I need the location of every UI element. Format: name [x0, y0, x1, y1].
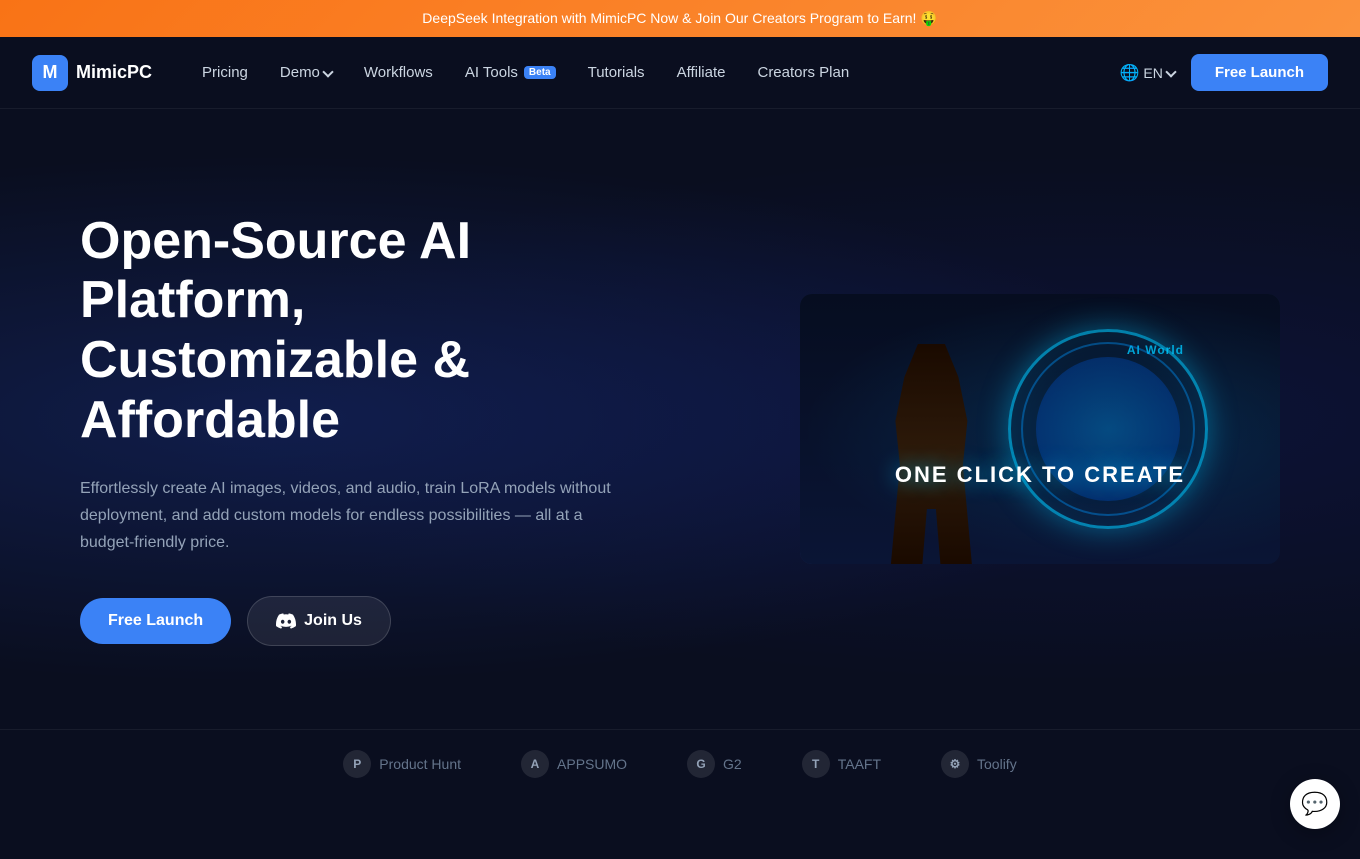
nav-link-workflows[interactable]: Workflows [350, 56, 447, 89]
nav-link-pricing[interactable]: Pricing [188, 56, 262, 89]
globe-icon: 🌐 [1119, 63, 1139, 83]
hero-image: AI World ONE CLICK TO CREATE [800, 294, 1280, 564]
portal-ring [1008, 329, 1208, 529]
g2-label: G2 [723, 756, 742, 772]
hero-section: Open-Source AI Platform, Customizable & … [0, 109, 1360, 729]
nav-free-launch-button[interactable]: Free Launch [1191, 54, 1328, 91]
g2-icon: G [687, 750, 715, 778]
logo-appsumo: A APPSUMO [521, 750, 627, 778]
figure-silhouette [886, 344, 976, 564]
hero-free-launch-button[interactable]: Free Launch [80, 598, 231, 644]
logo-toolify: ⚙ Toolify [941, 750, 1017, 778]
nav-links: Pricing Demo Workflows AI Tools Beta Tut… [188, 56, 863, 89]
toolify-icon: ⚙ [941, 750, 969, 778]
banner-text: DeepSeek Integration with MimicPC Now & … [422, 10, 937, 26]
navbar-left: M MimicPC Pricing Demo Workflows AI Tool… [32, 55, 863, 91]
discord-icon [276, 611, 296, 631]
chat-widget[interactable]: 💬 [1290, 779, 1340, 829]
top-banner: DeepSeek Integration with MimicPC Now & … [0, 0, 1360, 37]
navbar-right: 🌐 EN Free Launch [1119, 54, 1328, 91]
logo-text: MimicPC [76, 62, 152, 83]
taaft-label: TAAFT [838, 756, 881, 772]
nav-link-ai-tools[interactable]: AI Tools Beta [451, 56, 570, 89]
figure-body [886, 344, 976, 564]
logo-product-hunt: P Product Hunt [343, 750, 461, 778]
lang-label: EN [1143, 65, 1162, 81]
hero-buttons: Free Launch Join Us [80, 596, 620, 646]
hero-join-us-button[interactable]: Join Us [247, 596, 391, 646]
beta-badge: Beta [524, 66, 556, 79]
hero-image-container: AI World ONE CLICK TO CREATE [800, 294, 1280, 564]
navbar: M MimicPC Pricing Demo Workflows AI Tool… [0, 37, 1360, 109]
logo[interactable]: M MimicPC [32, 55, 152, 91]
language-selector[interactable]: 🌐 EN [1119, 63, 1174, 83]
product-hunt-icon: P [343, 750, 371, 778]
logo-icon: M [32, 55, 68, 91]
appsumo-icon: A [521, 750, 549, 778]
logo-taaft: T TAAFT [802, 750, 881, 778]
product-hunt-label: Product Hunt [379, 756, 461, 772]
chevron-down-icon [322, 66, 333, 77]
taaft-icon: T [802, 750, 830, 778]
hero-content: Open-Source AI Platform, Customizable & … [80, 212, 620, 647]
nav-link-demo[interactable]: Demo [266, 56, 346, 89]
lang-chevron-icon [1165, 66, 1176, 77]
partner-logos: P Product Hunt A APPSUMO G G2 T TAAFT ⚙ … [0, 729, 1360, 808]
logo-g2: G G2 [687, 750, 742, 778]
chat-icon: 💬 [1301, 791, 1328, 817]
hero-title: Open-Source AI Platform, Customizable & … [80, 212, 620, 451]
toolify-label: Toolify [977, 756, 1017, 772]
nav-link-tutorials[interactable]: Tutorials [574, 56, 659, 89]
hero-image-inner: AI World ONE CLICK TO CREATE [800, 294, 1280, 564]
hero-subtitle: Effortlessly create AI images, videos, a… [80, 475, 620, 557]
nav-link-affiliate[interactable]: Affiliate [663, 56, 740, 89]
nav-link-creators-plan[interactable]: Creators Plan [743, 56, 863, 89]
appsumo-label: APPSUMO [557, 756, 627, 772]
portal-text: ONE CLICK TO CREATE [895, 462, 1185, 488]
